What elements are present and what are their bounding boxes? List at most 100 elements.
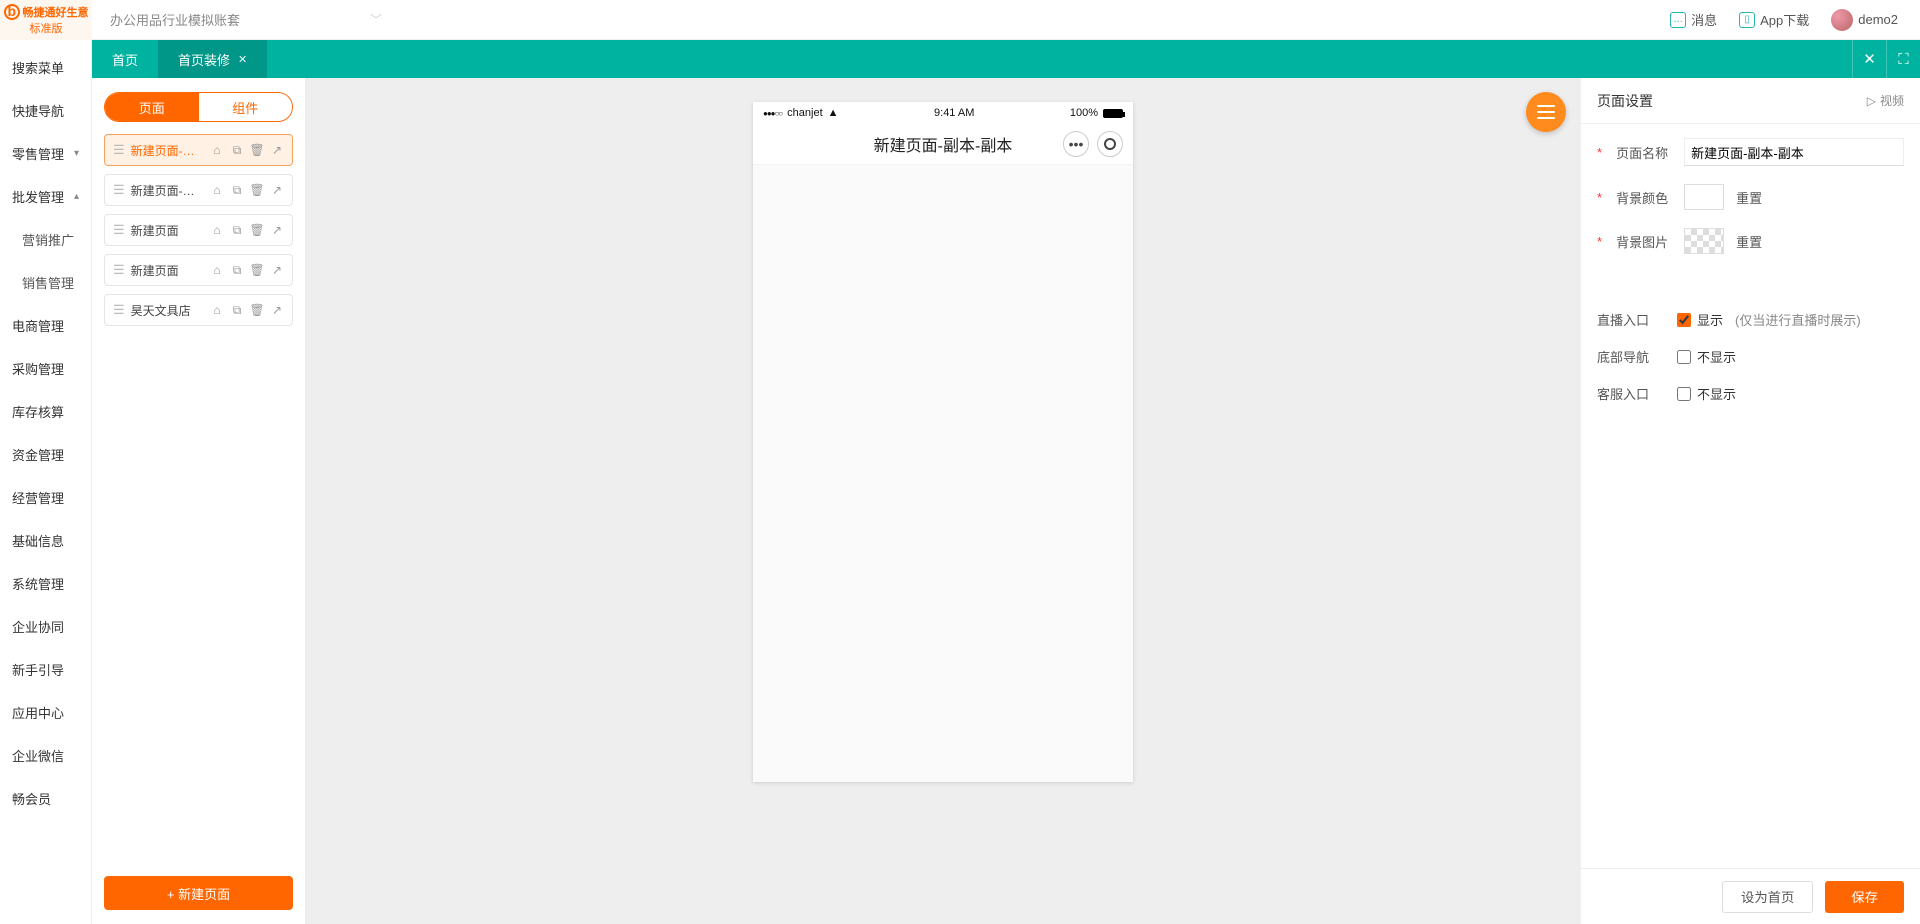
account-dropdown[interactable]: 办公用品行业模拟账套 ﹀ [110, 10, 382, 29]
caret-up-icon: ▴ [74, 191, 79, 202]
copy-icon[interactable]: ⧉ [230, 223, 244, 237]
phone-page-title: 新建页面-副本-副本 [874, 132, 1013, 156]
nav-item-label: 批发管理 [12, 187, 64, 206]
home-icon[interactable]: ⌂ [210, 183, 224, 197]
tabbar-fullscreen-button[interactable]: ⛶ [1886, 40, 1920, 78]
wifi-icon: ▲ [828, 107, 839, 119]
segment-page[interactable]: 页面 [105, 93, 199, 121]
battery-label: 100% [1070, 107, 1098, 119]
copy-icon[interactable]: ⧉ [230, 303, 244, 317]
nav-item[interactable]: 新手引导 [0, 648, 91, 691]
delete-icon[interactable]: 🗑 [250, 223, 264, 237]
service-checkbox[interactable]: 不显示 [1677, 384, 1736, 403]
bottom-nav-checkbox[interactable]: 不显示 [1677, 347, 1736, 366]
bgcolor-reset[interactable]: 重置 [1736, 188, 1762, 207]
left-nav: 搜索菜单快捷导航零售管理▾ 批发管理 ▴ 营销推广销售管理电商管理采购管理库存核算资金… [0, 40, 92, 924]
page-list-item[interactable]: ☰新建页面⌂⧉🗑↗ [104, 214, 293, 246]
bgcolor-swatch[interactable] [1684, 184, 1724, 210]
delete-icon[interactable]: 🗑 [250, 263, 264, 277]
floating-menu-button[interactable] [1526, 92, 1566, 132]
home-icon[interactable]: ⌂ [210, 223, 224, 237]
page-list-item[interactable]: ☰新建页面-副本-...⌂⧉🗑↗ [104, 134, 293, 166]
nav-sub-item[interactable]: 销售管理 [0, 261, 91, 304]
nav-item[interactable]: 资金管理 [0, 433, 91, 476]
copy-icon[interactable]: ⧉ [230, 183, 244, 197]
phone-title-bar: 新建页面-副本-副本 ••• [753, 124, 1133, 165]
nav-item[interactable]: 系统管理 [0, 562, 91, 605]
delete-icon[interactable]: 🗑 [250, 143, 264, 157]
phone-icon: ▯ [1739, 12, 1755, 28]
nav-item[interactable]: 基础信息 [0, 519, 91, 562]
nav-item[interactable]: 企业微信 [0, 734, 91, 777]
phone-preview: chanjet ▲ 9:41 AM 100% 新建页面-副本-副本 ••• [753, 102, 1133, 782]
drag-icon[interactable]: ☰ [113, 222, 123, 238]
nav-item[interactable]: 快捷导航 [0, 89, 91, 132]
nav-item[interactable]: 批发管理 ▴ [0, 175, 91, 218]
bottom-nav-input[interactable] [1677, 350, 1691, 364]
copy-icon[interactable]: ⧉ [230, 143, 244, 157]
nav-item[interactable]: 应用中心 [0, 691, 91, 734]
bgimg-swatch[interactable] [1684, 228, 1724, 254]
nav-item-label: 新手引导 [12, 660, 64, 679]
share-icon[interactable]: ↗ [270, 143, 284, 157]
nav-item[interactable]: 电商管理 [0, 304, 91, 347]
drag-icon[interactable]: ☰ [113, 262, 123, 278]
tab-home[interactable]: 首页 [92, 40, 158, 78]
share-icon[interactable]: ↗ [270, 263, 284, 277]
page-list-item[interactable]: ☰新建页面-副本⌂⧉🗑↗ [104, 174, 293, 206]
nav-item[interactable]: 畅会员 [0, 777, 91, 820]
carrier-label: chanjet [787, 107, 822, 119]
live-show-checkbox[interactable]: 显示 [1677, 310, 1723, 329]
nav-item-label: 企业协同 [12, 617, 64, 636]
nav-item[interactable]: 经营管理 [0, 476, 91, 519]
brand-icon [4, 4, 20, 20]
message-icon: … [1670, 12, 1686, 28]
share-icon[interactable]: ↗ [270, 223, 284, 237]
main-area: 首页 首页装修 ✕ ✕ ⛶ 页面 组件 ☰新建页面-副本-...⌂⧉🗑↗☰新建页… [92, 40, 1920, 924]
bgimg-reset[interactable]: 重置 [1736, 232, 1762, 251]
phone-body[interactable] [753, 165, 1133, 782]
drag-icon[interactable]: ☰ [113, 182, 123, 198]
chevron-down-icon: ﹀ [370, 11, 382, 28]
nav-item[interactable]: 零售管理▾ [0, 132, 91, 175]
settings-title: 页面设置 [1597, 91, 1653, 111]
page-list-item[interactable]: ☰新建页面⌂⧉🗑↗ [104, 254, 293, 286]
tab-decoration-label: 首页装修 [178, 50, 230, 69]
tab-decoration[interactable]: 首页装修 ✕ [158, 40, 267, 78]
caret-down-icon: ▾ [74, 148, 79, 159]
page-list-item[interactable]: ☰昊天文具店⌂⧉🗑↗ [104, 294, 293, 326]
drag-icon[interactable]: ☰ [113, 302, 123, 318]
home-icon[interactable]: ⌂ [210, 143, 224, 157]
tabbar-close-button[interactable]: ✕ [1852, 40, 1886, 78]
delete-icon[interactable]: 🗑 [250, 303, 264, 317]
delete-icon[interactable]: 🗑 [250, 183, 264, 197]
share-icon[interactable]: ↗ [270, 183, 284, 197]
more-icon[interactable]: ••• [1063, 131, 1089, 157]
new-page-button[interactable]: + 新建页面 [104, 876, 293, 910]
close-icon[interactable]: ✕ [238, 53, 247, 66]
service-input[interactable] [1677, 387, 1691, 401]
home-icon[interactable]: ⌂ [210, 263, 224, 277]
live-show-input[interactable] [1677, 313, 1691, 327]
page-name-input[interactable] [1684, 138, 1904, 166]
nav-item[interactable]: 库存核算 [0, 390, 91, 433]
nav-item[interactable]: 搜索菜单 [0, 46, 91, 89]
set-home-button[interactable]: 设为首页 [1722, 881, 1813, 913]
app-download-link[interactable]: ▯ App下载 [1739, 10, 1809, 29]
nav-item[interactable]: 采购管理 [0, 347, 91, 390]
nav-sub-item[interactable]: 营销推广 [0, 218, 91, 261]
messages-label: 消息 [1691, 10, 1717, 29]
video-help-link[interactable]: ▷ 视频 [1867, 92, 1904, 109]
user-menu[interactable]: demo2 [1831, 9, 1898, 31]
target-icon[interactable] [1097, 131, 1123, 157]
nav-item[interactable]: 企业协同 [0, 605, 91, 648]
drag-icon[interactable]: ☰ [113, 142, 123, 158]
segment-component[interactable]: 组件 [199, 93, 293, 121]
share-icon[interactable]: ↗ [270, 303, 284, 317]
live-show-text: 显示 [1697, 310, 1723, 329]
messages-link[interactable]: … 消息 [1670, 10, 1717, 29]
segment-control: 页面 组件 [104, 92, 293, 122]
save-button[interactable]: 保存 [1825, 881, 1904, 913]
copy-icon[interactable]: ⧉ [230, 263, 244, 277]
home-icon[interactable]: ⌂ [210, 303, 224, 317]
